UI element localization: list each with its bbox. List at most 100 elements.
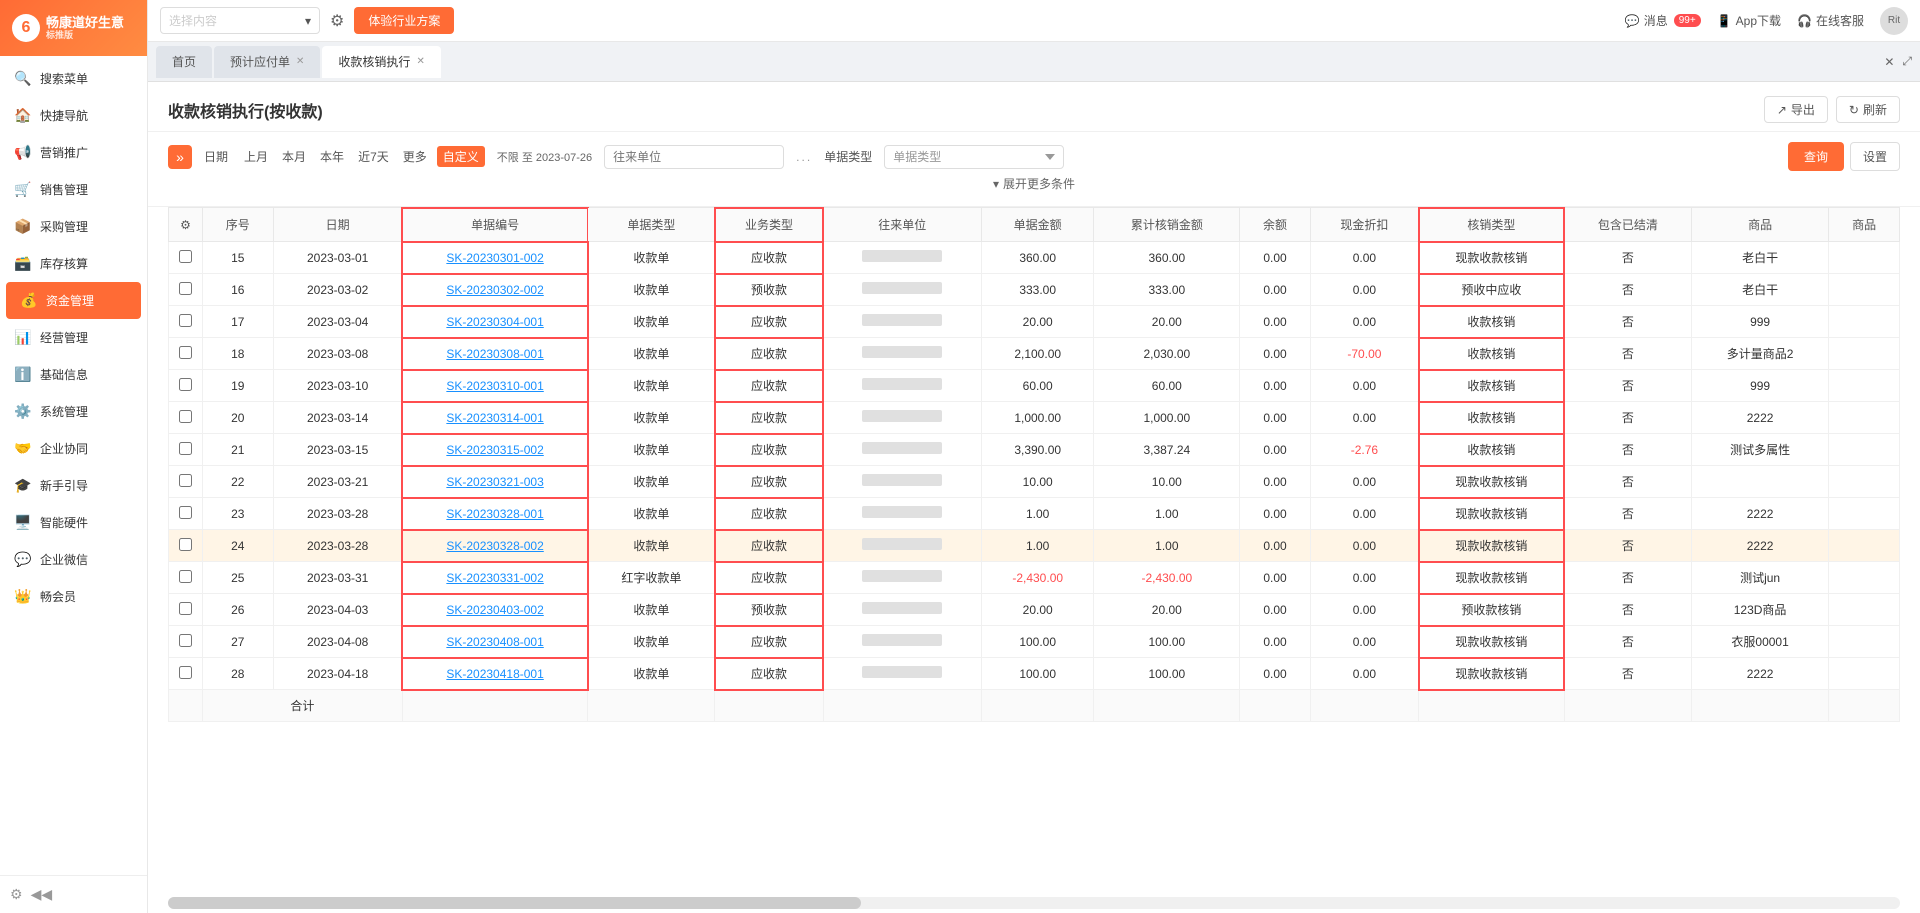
row-checkbox[interactable] [179,410,192,423]
cell-checkbox[interactable] [169,466,203,498]
date-custom-btn[interactable]: 自定义 [437,146,485,167]
sidebar-item-guide[interactable]: 🎓新手引导 [0,467,147,504]
cell-bill-no[interactable]: SK-20230403-002 [402,594,588,626]
row-checkbox[interactable] [179,442,192,455]
row-checkbox[interactable] [179,378,192,391]
partner-input[interactable] [604,145,784,169]
bill-no-link[interactable]: SK-20230315-002 [446,443,543,457]
bill-no-link[interactable]: SK-20230304-001 [446,315,543,329]
cell-checkbox[interactable] [169,562,203,594]
cell-bill-no[interactable]: SK-20230314-001 [402,402,588,434]
cell-checkbox[interactable] [169,370,203,402]
bill-no-link[interactable]: SK-20230408-001 [446,635,543,649]
sidebar-item-enterprise[interactable]: 🤝企业协同 [0,430,147,467]
bill-no-link[interactable]: SK-20230328-002 [446,539,543,553]
row-checkbox[interactable] [179,570,192,583]
cell-bill-no[interactable]: SK-20230304-001 [402,306,588,338]
cell-bill-no[interactable]: SK-20230331-002 [402,562,588,594]
cell-bill-no[interactable]: SK-20230328-002 [402,530,588,562]
tab-pre-payment[interactable]: 预计应付单✕ [214,46,320,78]
tab-close-receipt-writeoff[interactable]: ✕ [416,56,424,67]
date-prev-month-btn[interactable]: 上月 [240,146,272,167]
cell-checkbox[interactable] [169,594,203,626]
date-7days-btn[interactable]: 近7天 [354,146,393,167]
date-curr-year-btn[interactable]: 本年 [316,146,348,167]
row-checkbox[interactable] [179,506,192,519]
row-checkbox[interactable] [179,474,192,487]
col-settings[interactable]: ⚙ [169,208,203,242]
cell-checkbox[interactable] [169,306,203,338]
cell-checkbox[interactable] [169,402,203,434]
cell-checkbox[interactable] [169,242,203,274]
sidebar-item-hardware[interactable]: 🖥️智能硬件 [0,504,147,541]
cell-bill-no[interactable]: SK-20230408-001 [402,626,588,658]
row-checkbox[interactable] [179,666,192,679]
filter-settings-button[interactable]: 设置 [1850,142,1900,171]
industry-btn[interactable]: 体验行业方案 [354,7,454,34]
bill-no-link[interactable]: SK-20230310-001 [446,379,543,393]
messages-item[interactable]: 💬 消息 99+ [1625,12,1701,29]
app-download-item[interactable]: 📱 App下载 [1717,12,1781,29]
row-checkbox[interactable] [179,346,192,359]
avatar[interactable]: Rit [1880,7,1908,35]
cell-checkbox[interactable] [169,626,203,658]
query-button[interactable]: 查询 [1788,142,1844,171]
bill-no-link[interactable]: SK-20230321-003 [446,475,543,489]
scrollbar[interactable] [168,897,1900,909]
row-checkbox[interactable] [179,314,192,327]
tab-close-pre-payment[interactable]: ✕ [296,56,304,67]
sidebar-item-sales[interactable]: 🛒销售管理 [0,171,147,208]
tab-receipt-writeoff[interactable]: 收款核销执行✕ [322,46,440,78]
filter-expand-button[interactable]: » [168,145,192,169]
row-checkbox[interactable] [179,634,192,647]
cell-checkbox[interactable] [169,434,203,466]
cell-checkbox[interactable] [169,338,203,370]
cell-bill-no[interactable]: SK-20230315-002 [402,434,588,466]
sidebar-item-member[interactable]: 👑畅会员 [0,578,147,615]
bill-no-link[interactable]: SK-20230301-002 [446,251,543,265]
cell-bill-no[interactable]: SK-20230301-002 [402,242,588,274]
bill-no-link[interactable]: SK-20230328-001 [446,507,543,521]
cell-bill-no[interactable]: SK-20230418-001 [402,658,588,690]
cell-checkbox[interactable] [169,658,203,690]
sidebar-item-basic[interactable]: ℹ️基础信息 [0,356,147,393]
bill-no-link[interactable]: SK-20230314-001 [446,411,543,425]
sidebar-item-wechat[interactable]: 💬企业微信 [0,541,147,578]
topbar-select[interactable]: 选择内容 ▾ [160,7,320,34]
cell-bill-no[interactable]: SK-20230310-001 [402,370,588,402]
settings-icon[interactable]: ⚙ [10,886,23,903]
cell-checkbox[interactable] [169,530,203,562]
row-checkbox[interactable] [179,250,192,263]
tab-close-icon[interactable]: ✕ [1884,55,1894,69]
topbar-gear-icon[interactable]: ⚙ [330,11,344,31]
cell-bill-no[interactable]: SK-20230308-001 [402,338,588,370]
tab-expand-icon[interactable]: ⤢ [1902,54,1912,69]
sidebar-item-search[interactable]: 🔍搜索菜单 [0,60,147,97]
cell-checkbox[interactable] [169,274,203,306]
bill-no-link[interactable]: SK-20230331-002 [446,571,543,585]
bill-type-select[interactable]: 单据类型 [884,145,1064,169]
sidebar-item-inventory[interactable]: 🗃️库存核算 [0,245,147,282]
row-checkbox[interactable] [179,282,192,295]
bill-no-link[interactable]: SK-20230308-001 [446,347,543,361]
refresh-button[interactable]: ↻ 刷新 [1836,96,1900,123]
bill-no-link[interactable]: SK-20230418-001 [446,667,543,681]
online-service-item[interactable]: 🎧 在线客服 [1797,12,1864,29]
cell-bill-no[interactable]: SK-20230328-001 [402,498,588,530]
sidebar-item-finance[interactable]: 💰资金管理 [6,282,141,319]
export-button[interactable]: ↗ 导出 [1764,96,1828,123]
row-checkbox[interactable] [179,602,192,615]
sidebar-item-operation[interactable]: 📊经营管理 [0,319,147,356]
bill-no-link[interactable]: SK-20230302-002 [446,283,543,297]
date-curr-month-btn[interactable]: 本月 [278,146,310,167]
collapse-icon[interactable]: ◀◀ [31,886,53,903]
sidebar-item-system[interactable]: ⚙️系统管理 [0,393,147,430]
cell-bill-no[interactable]: SK-20230321-003 [402,466,588,498]
sidebar-item-quick-nav[interactable]: 🏠快捷导航 [0,97,147,134]
cell-checkbox[interactable] [169,498,203,530]
date-more-btn[interactable]: 更多 [399,146,431,167]
expand-more[interactable]: ▾ 展开更多条件 [168,171,1900,196]
cell-bill-no[interactable]: SK-20230302-002 [402,274,588,306]
row-checkbox[interactable] [179,538,192,551]
sidebar-item-marketing[interactable]: 📢营销推广 [0,134,147,171]
